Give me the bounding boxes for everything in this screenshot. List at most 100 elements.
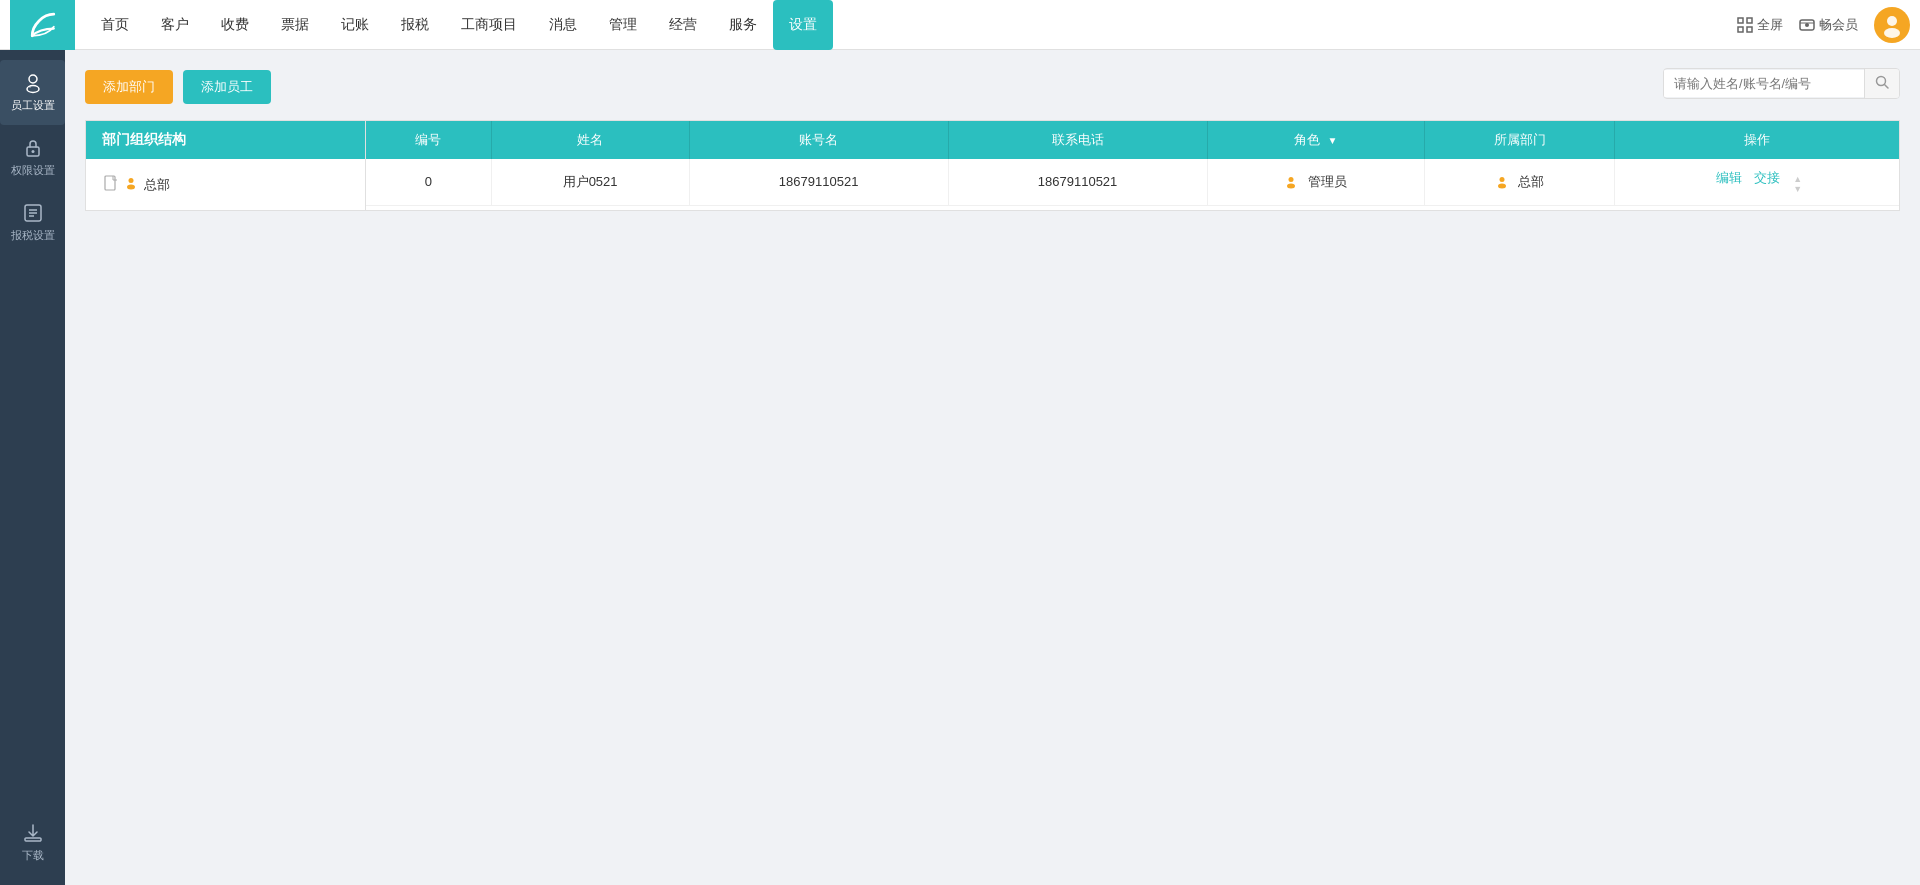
svg-point-22 [129, 178, 134, 183]
col-role[interactable]: 角色 ▼ [1207, 121, 1424, 159]
dept-name: 总部 [144, 176, 170, 194]
svg-point-15 [31, 150, 34, 153]
emp-table: 编号 姓名 账号名 联系电话 角色 ▼ 所属部门 操作 [366, 121, 1899, 210]
person-icon [124, 176, 138, 193]
nav-business[interactable]: 工商项目 [445, 0, 533, 50]
dept-tree-item-general[interactable]: 总部 [96, 169, 355, 200]
dept-tree-header: 部门组织结构 [86, 121, 365, 159]
cell-action: 编辑 交接 ▲ ▼ [1615, 159, 1899, 205]
fullscreen-button[interactable]: 全屏 [1737, 16, 1783, 34]
filter-icon: ▼ [1327, 135, 1337, 146]
nav-manage[interactable]: 管理 [593, 0, 653, 50]
svg-rect-3 [1747, 27, 1752, 32]
employee-icon [22, 72, 44, 94]
svg-point-11 [29, 75, 37, 83]
dept-user-icon [1495, 174, 1515, 189]
nav-settings[interactable]: 设置 [773, 0, 833, 50]
fullscreen-icon [1737, 17, 1753, 33]
nav-operation[interactable]: 经营 [653, 0, 713, 50]
dept-tree-body: 总部 [86, 159, 365, 210]
download-icon [22, 822, 44, 844]
dept-tree: 部门组织结构 [86, 121, 366, 210]
add-emp-button[interactable]: 添加员工 [183, 70, 271, 104]
avatar[interactable] [1874, 7, 1910, 43]
scroll-down-icon[interactable]: ▼ [1793, 185, 1802, 195]
scroll-controls: ▲ ▼ [1793, 175, 1802, 195]
employee-table: 编号 姓名 账号名 联系电话 角色 ▼ 所属部门 操作 [366, 121, 1899, 206]
svg-rect-2 [1738, 27, 1743, 32]
cell-id: 0 [366, 159, 491, 205]
svg-point-24 [1289, 177, 1294, 182]
file-icon [104, 175, 118, 191]
table-row: 0 用户0521 18679110521 18679110521 [366, 159, 1899, 205]
svg-point-8 [1884, 28, 1900, 38]
search-button[interactable] [1864, 69, 1899, 98]
nav-fee[interactable]: 收费 [205, 0, 265, 50]
sidebar-tax-setting-label: 报税设置 [11, 228, 55, 243]
action-bar: 添加部门 添加员工 [85, 70, 1900, 104]
search-box [1663, 68, 1900, 99]
nav-customer[interactable]: 客户 [145, 0, 205, 50]
nav-accounting[interactable]: 记账 [325, 0, 385, 50]
nav-tax[interactable]: 报税 [385, 0, 445, 50]
vip-button[interactable]: 畅会员 [1799, 16, 1858, 34]
svg-rect-0 [1738, 18, 1743, 23]
nav-home[interactable]: 首页 [85, 0, 145, 50]
svg-point-26 [1499, 177, 1504, 182]
sidebar-item-download[interactable]: 下载 [0, 810, 65, 875]
role-user-icon [1284, 174, 1304, 189]
svg-point-23 [127, 185, 135, 190]
logo [10, 0, 75, 50]
add-dept-button[interactable]: 添加部门 [85, 70, 173, 104]
sidebar-item-tax-setting[interactable]: 报税设置 [0, 190, 65, 255]
sidebar: 员工设置 权限设置 报税设置 下载 [0, 50, 65, 885]
cell-dept: 总部 [1424, 159, 1615, 205]
sidebar-employee-label: 员工设置 [11, 98, 55, 113]
col-id: 编号 [366, 121, 491, 159]
nav-message[interactable]: 消息 [533, 0, 593, 50]
main-nav: 首页 客户 收费 票据 记账 报税 工商项目 消息 管理 经营 服务 设置 [85, 0, 1737, 50]
permission-icon [22, 137, 44, 159]
svg-point-12 [27, 86, 39, 93]
doc-icon [104, 175, 118, 194]
cell-account: 18679110521 [689, 159, 948, 205]
edit-link[interactable]: 编辑 [1716, 170, 1742, 185]
col-dept: 所属部门 [1424, 121, 1615, 159]
cell-dept-value: 总部 [1518, 174, 1544, 189]
tax-setting-icon [22, 202, 44, 224]
nav-right: 全屏 畅会员 [1737, 7, 1910, 43]
search-icon [1875, 75, 1889, 89]
col-phone: 联系电话 [948, 121, 1207, 159]
main-content: 添加部门 添加员工 部门组织结构 [65, 50, 1920, 885]
col-account: 账号名 [689, 121, 948, 159]
svg-point-5 [1805, 23, 1809, 27]
avatar-icon [1878, 11, 1906, 39]
sidebar-item-permission[interactable]: 权限设置 [0, 125, 65, 190]
vip-icon [1799, 17, 1815, 33]
nav-service[interactable]: 服务 [713, 0, 773, 50]
svg-point-25 [1287, 184, 1295, 189]
cell-role-value: 管理员 [1308, 174, 1347, 189]
content-area: 部门组织结构 [85, 120, 1900, 211]
user-icon [124, 176, 138, 190]
layout: 员工设置 权限设置 报税设置 下载 [0, 50, 1920, 885]
svg-point-27 [1498, 184, 1506, 189]
col-action: 操作 [1615, 121, 1899, 159]
sidebar-permission-label: 权限设置 [11, 163, 55, 178]
top-nav: 首页 客户 收费 票据 记账 报税 工商项目 消息 管理 经营 服务 设置 全屏 [0, 0, 1920, 50]
svg-rect-20 [25, 838, 41, 841]
sidebar-download-label: 下载 [22, 848, 44, 863]
nav-bill[interactable]: 票据 [265, 0, 325, 50]
sidebar-item-employee[interactable]: 员工设置 [0, 60, 65, 125]
cell-phone: 18679110521 [948, 159, 1207, 205]
vip-label: 畅会员 [1819, 16, 1858, 34]
svg-rect-1 [1747, 18, 1752, 23]
transfer-link[interactable]: 交接 [1754, 170, 1780, 185]
fullscreen-label: 全屏 [1757, 16, 1783, 34]
cell-name: 用户0521 [491, 159, 689, 205]
svg-line-10 [1885, 85, 1889, 89]
svg-point-7 [1887, 16, 1897, 26]
col-name: 姓名 [491, 121, 689, 159]
cell-role: 管理员 [1207, 159, 1424, 205]
search-input[interactable] [1664, 70, 1864, 97]
